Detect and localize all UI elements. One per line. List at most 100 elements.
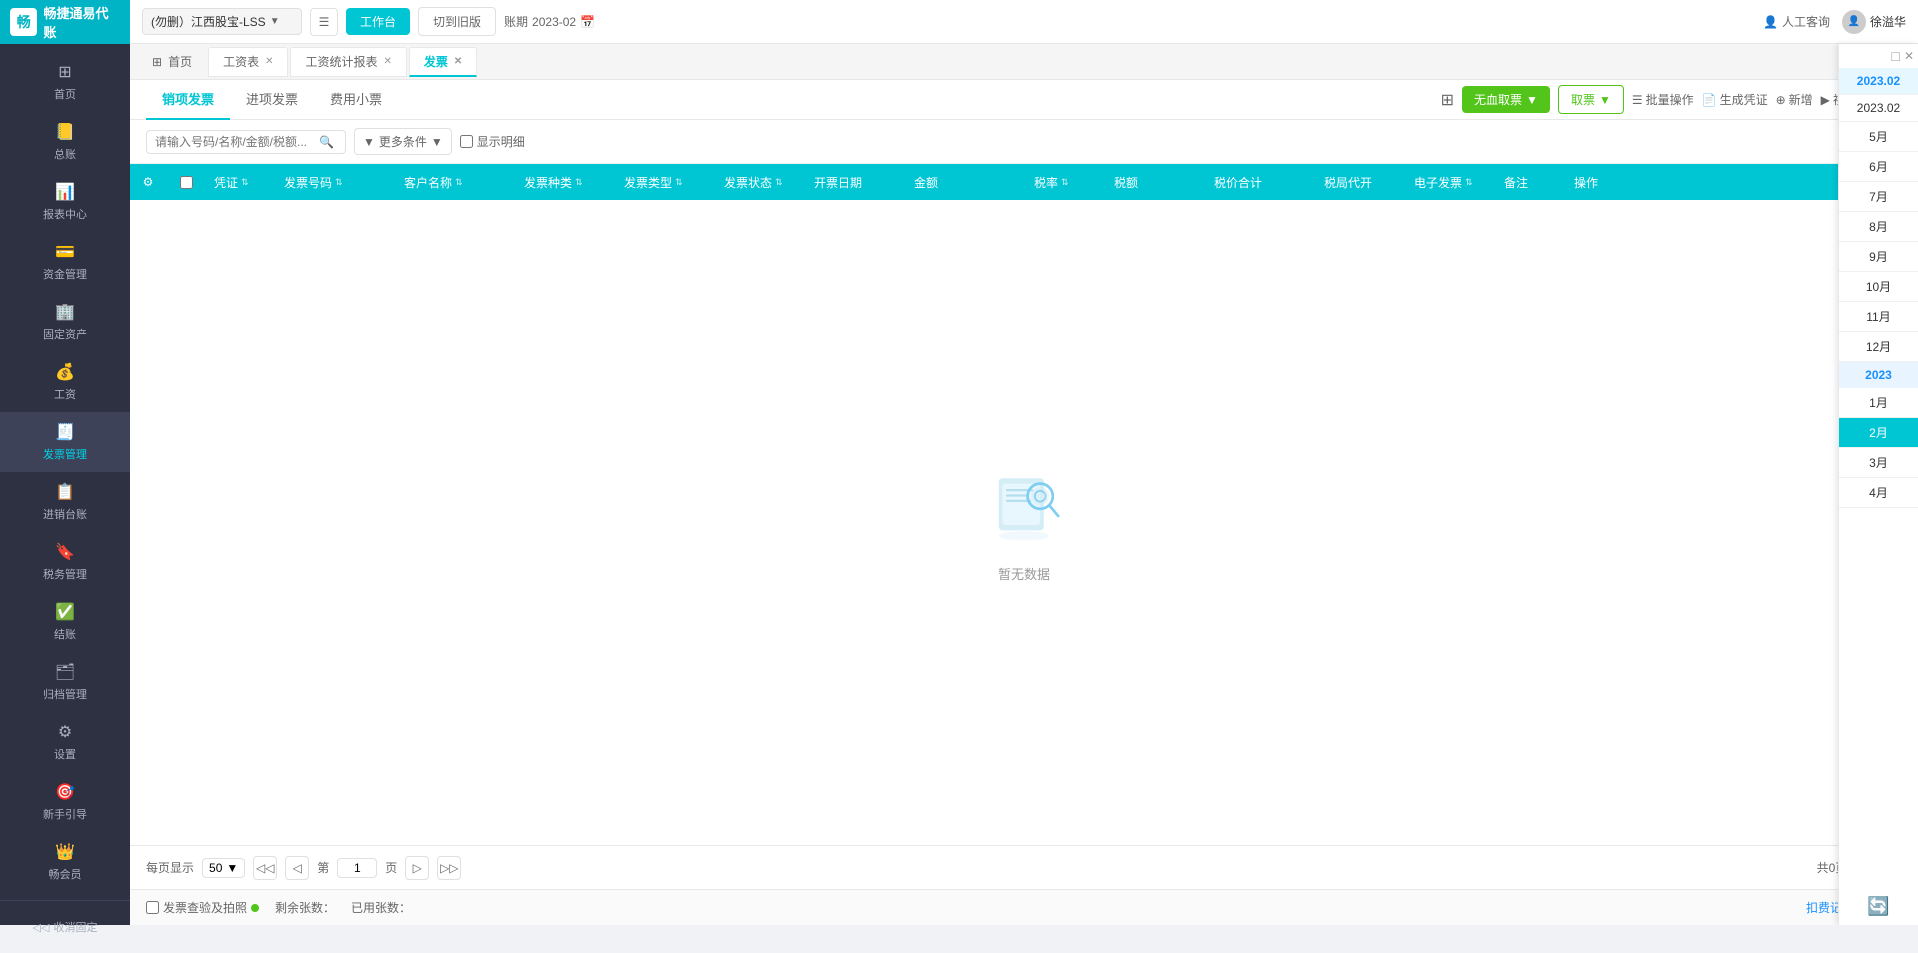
th-action-label: 操作 xyxy=(1574,174,1598,191)
take-ticket-btn[interactable]: 取票 ▼ xyxy=(1558,85,1624,114)
switch-old-version-button[interactable]: 切到旧版 xyxy=(418,7,496,36)
date-panel-item-5m[interactable]: 5月 xyxy=(1839,122,1918,152)
date-panel-item-3m[interactable]: 3月 xyxy=(1839,448,1918,478)
sidebar-item-reports[interactable]: 📊 报表中心 xyxy=(0,172,130,232)
filter-btn[interactable]: ▼ 更多条件 ▼ xyxy=(354,128,452,155)
page-input[interactable] xyxy=(337,858,377,878)
th-tax-rate[interactable]: 税率 ⇅ xyxy=(1026,174,1106,191)
company-dropdown-icon: ▼ xyxy=(270,16,280,27)
th-checkbox[interactable] xyxy=(166,176,206,189)
sidebar-item-close-label: 结账 xyxy=(54,626,76,642)
search-input[interactable] xyxy=(155,135,315,149)
date-panel-item-4m[interactable]: 4月 xyxy=(1839,478,1918,508)
date-panel-item-2m[interactable]: 2月 xyxy=(1839,418,1918,448)
invoices-tab-close[interactable]: ✕ xyxy=(454,56,462,67)
th-invoice-status[interactable]: 发票状态 ⇅ xyxy=(716,174,806,191)
date-panel-bottom-icon[interactable]: 🔄 xyxy=(1839,888,1918,925)
invoice-verify-checkbox[interactable] xyxy=(146,901,159,914)
batch-ops-icon: ☰ xyxy=(1632,93,1643,107)
date-panel-item-9m[interactable]: 9月 xyxy=(1839,242,1918,272)
service-btn[interactable]: 👤 人工客询 xyxy=(1763,13,1830,30)
work-platform-button[interactable]: 工作台 xyxy=(346,8,410,35)
new-btn[interactable]: ⊕ 新增 xyxy=(1776,91,1813,108)
sidebar-item-tax[interactable]: 🔖 税务管理 xyxy=(0,532,130,592)
last-page-btn[interactable]: ▷▷ xyxy=(437,856,461,880)
sales-icon: 📋 xyxy=(55,482,75,502)
sidebar-logo[interactable]: 畅 畅捷通易代账 xyxy=(0,0,130,44)
user-menu[interactable]: 👤 徐溢华 xyxy=(1842,10,1906,34)
sidebar-item-invoices[interactable]: 🧾 发票管理 xyxy=(0,412,130,472)
company-icon-btn[interactable]: ☰ xyxy=(310,8,338,36)
sidebar-item-assets[interactable]: 🏢 固定资产 xyxy=(0,292,130,352)
th-customer[interactable]: 客户名称 ⇅ xyxy=(396,174,516,191)
sidebar-item-ledger[interactable]: 📒 总账 xyxy=(0,112,130,172)
no-ticket-btn[interactable]: 无血取票 ▼ xyxy=(1462,86,1550,113)
gen-voucher-btn[interactable]: 📄 生成凭证 xyxy=(1702,91,1768,108)
show-detail-wrap[interactable]: 显示明细 xyxy=(460,133,525,150)
invoice-verify-check[interactable]: 发票查验及拍照 xyxy=(146,899,259,916)
salary-stats-tab-close[interactable]: ✕ xyxy=(384,56,392,67)
first-page-btn[interactable]: ◁◁ xyxy=(253,856,277,880)
sidebar-item-guide[interactable]: 🎯 新手引导 xyxy=(0,772,130,832)
sidebar-item-salary[interactable]: 💰 工资 xyxy=(0,352,130,412)
date-panel-item-2023-02[interactable]: 2023.02 xyxy=(1839,95,1918,122)
next-page-icon: ▷ xyxy=(413,861,422,875)
sidebar-item-member[interactable]: 👑 畅会员 xyxy=(0,832,130,892)
company-selector[interactable]: (勿删）江西股宝-LSS ▼ xyxy=(142,8,302,35)
grid-layout-icon[interactable]: ⊞ xyxy=(1441,90,1454,110)
reports-icon: 📊 xyxy=(55,182,75,202)
sidebar-item-close[interactable]: ✅ 结账 xyxy=(0,592,130,652)
date-panel-period-value: 2023.02 xyxy=(1857,74,1900,88)
next-page-btn[interactable]: ▷ xyxy=(405,856,429,880)
date-panel-item-11m[interactable]: 11月 xyxy=(1839,302,1918,332)
tab-salary-stats[interactable]: 工资统计报表 ✕ xyxy=(290,47,406,77)
th-e-invoice-label: 电子发票 xyxy=(1414,174,1462,191)
prev-page-btn[interactable]: ◁ xyxy=(285,856,309,880)
th-e-invoice[interactable]: 电子发票 ⇅ xyxy=(1406,174,1496,191)
show-detail-checkbox[interactable] xyxy=(460,135,473,148)
sidebar-item-finance[interactable]: 💳 资金管理 xyxy=(0,232,130,292)
select-all-checkbox[interactable] xyxy=(180,176,193,189)
th-invoice-category[interactable]: 发票类型 ⇅ xyxy=(616,174,716,191)
tab-invoices[interactable]: 发票 ✕ xyxy=(409,47,477,77)
date-panel-item-1m[interactable]: 1月 xyxy=(1839,388,1918,418)
date-panel-item-7m[interactable]: 7月 xyxy=(1839,182,1918,212)
batch-ops-btn[interactable]: ☰ 批量操作 xyxy=(1632,91,1694,108)
th-tax-code[interactable]: 税局代开 xyxy=(1316,174,1406,191)
sidebar-item-sales[interactable]: 📋 进销台账 xyxy=(0,472,130,532)
th-amount[interactable]: 金额 xyxy=(906,174,1026,191)
sidebar-item-home[interactable]: ⊞ 首页 xyxy=(0,52,130,112)
th-remark[interactable]: 备注 xyxy=(1496,174,1566,191)
th-invoice-no[interactable]: 发票号码 ⇅ xyxy=(276,174,396,191)
date-panel-item-8m[interactable]: 8月 xyxy=(1839,212,1918,242)
date-panel-item-10m[interactable]: 10月 xyxy=(1839,272,1918,302)
invoice-verify-label: 发票查验及拍照 xyxy=(163,899,247,916)
empty-illustration xyxy=(979,462,1069,552)
th-tax[interactable]: 税额 xyxy=(1106,174,1206,191)
panel-close-icon[interactable]: ✕ xyxy=(1904,49,1914,63)
th-date[interactable]: 开票日期 xyxy=(806,174,906,191)
date-panel-current-period[interactable]: 2023.02 xyxy=(1839,68,1918,95)
tab-salary-table[interactable]: 工资表 ✕ xyxy=(208,47,288,77)
sidebar-item-settings[interactable]: ⚙ 设置 xyxy=(0,712,130,772)
sidebar-bottom: ◁◁ 收消固定 xyxy=(0,900,130,953)
used-info: 已用张数： xyxy=(351,899,411,916)
th-tax-total[interactable]: 税价合计 xyxy=(1206,174,1316,191)
th-invoice-type[interactable]: 发票种类 ⇅ xyxy=(516,174,616,191)
sub-tab-expense-receipt[interactable]: 费用小票 xyxy=(314,80,398,120)
date-panel-item-12m[interactable]: 12月 xyxy=(1839,332,1918,362)
per-page-select[interactable]: 50 ▼ xyxy=(202,858,245,878)
sidebar-item-archive[interactable]: 🗂 归档管理 xyxy=(0,652,130,712)
search-wrap: 🔍 xyxy=(146,130,346,154)
date-panel-item-6m[interactable]: 6月 xyxy=(1839,152,1918,182)
th-tax-rate-label: 税率 xyxy=(1034,174,1058,191)
th-voucher[interactable]: 凭证 ⇅ xyxy=(206,174,276,191)
panel-expand-icon[interactable]: □ xyxy=(1891,48,1899,64)
th-setting[interactable]: ⚙ xyxy=(130,175,166,189)
sub-tab-purchase-invoice[interactable]: 进项发票 xyxy=(230,80,314,120)
purchase-invoice-label: 进项发票 xyxy=(246,89,298,108)
tab-home[interactable]: ⊞ 首页 xyxy=(138,47,206,77)
sub-tab-sales-invoice[interactable]: 销项发票 xyxy=(146,80,230,120)
salary-table-tab-close[interactable]: ✕ xyxy=(265,56,273,67)
sidebar-collapse-btn[interactable]: ◁◁ 收消固定 xyxy=(0,911,130,943)
